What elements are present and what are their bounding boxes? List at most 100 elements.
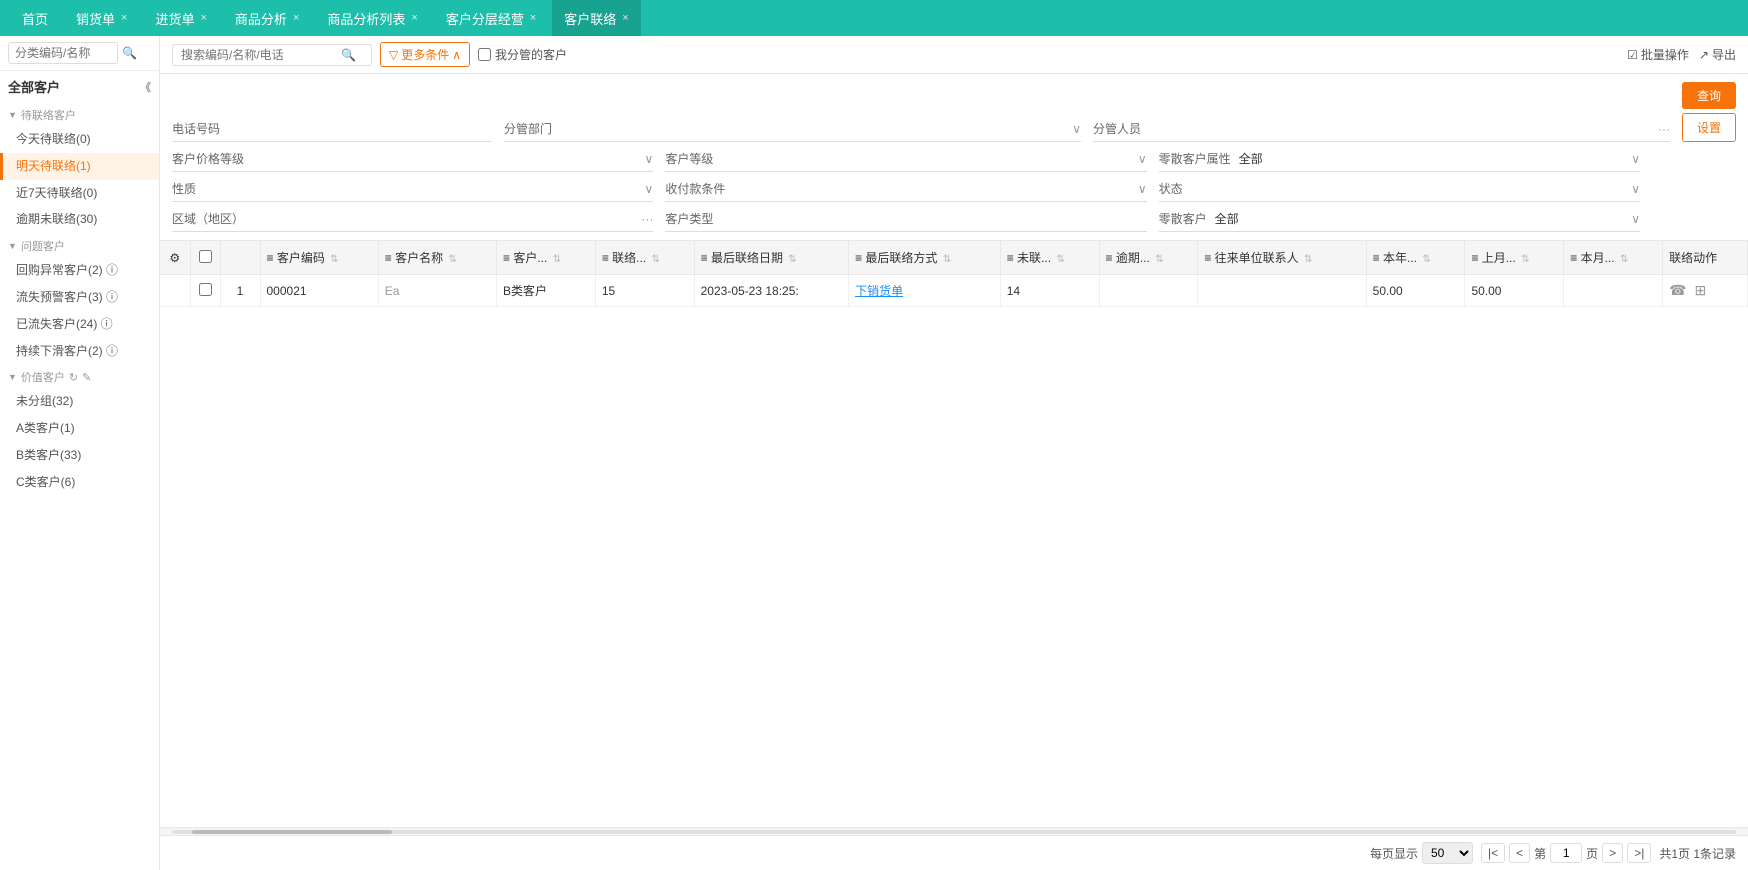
sidebar-item-7days[interactable]: 近7天待联络(0) [0, 180, 159, 207]
sidebar-item-ungrouped[interactable]: 未分组(32) [0, 388, 159, 415]
input-payment[interactable] [733, 182, 1138, 196]
collapse-icon[interactable]: 《 [140, 79, 151, 95]
query-button[interactable]: 查询 [1682, 82, 1736, 109]
search-input[interactable] [181, 48, 341, 62]
chevron-down-nature-icon[interactable]: ∨ [645, 182, 654, 196]
prev-page-btn[interactable]: < [1509, 843, 1530, 863]
input-nature[interactable] [204, 182, 645, 196]
last-method-link[interactable]: 下销货单 [855, 284, 903, 298]
row-checkbox[interactable] [199, 283, 212, 296]
col-header-overdue[interactable]: ≡ 逾期... ⇅ [1099, 241, 1198, 275]
sidebar-item-type-a[interactable]: A类客户(1) [0, 415, 159, 442]
sidebar-search-icon[interactable]: 🔍 [122, 46, 137, 60]
sidebar-search-container: 🔍 [0, 36, 159, 71]
sidebar-item-lost[interactable]: 已流失客户(24) ⓘ [0, 311, 159, 338]
first-page-btn[interactable]: |< [1481, 843, 1505, 863]
input-price-level[interactable] [252, 152, 645, 166]
export-btn[interactable]: ↗ 导出 [1699, 46, 1736, 63]
my-customer-checkbox[interactable] [478, 48, 491, 61]
search-icon[interactable]: 🔍 [341, 48, 356, 62]
retail-attr-value: 全部 [1239, 150, 1632, 167]
chevron-down-retail2-icon[interactable]: ∨ [1631, 212, 1640, 226]
sidebar-item-lost-warning[interactable]: 流失预警客户(3) ⓘ [0, 284, 159, 311]
sidebar-item-declining[interactable]: 持续下滑客户(2) ⓘ [0, 338, 159, 365]
nav-tab-3[interactable]: 商品分析列表 × [315, 0, 429, 36]
my-customer-checkbox-container[interactable]: 我分管的客户 [478, 46, 567, 63]
col-header-type[interactable]: ≡ 客户... ⇅ [497, 241, 596, 275]
sidebar-all-customers[interactable]: 全部客户 《 [0, 71, 159, 102]
customer-table: ⚙ ≡ 客户编码 ⇅ ≡ 客户名称 ⇅ ≡ 客户... ⇅ ≡ 联络... ⇅ … [160, 241, 1748, 307]
sidebar-item-today[interactable]: 今天待联络(0) [0, 126, 159, 153]
chevron-down-status-icon[interactable]: ∨ [1631, 182, 1640, 196]
filter-more-btn[interactable]: ▽ 更多条件 ∧ [380, 42, 470, 67]
label-retail-attr: 零散客户属性 [1159, 150, 1231, 167]
nav-tab-2[interactable]: 商品分析 × [223, 0, 311, 36]
sidebar-item-type-b[interactable]: B类客户(33) [0, 442, 159, 469]
settings-button[interactable]: 设置 [1682, 113, 1736, 142]
next-page-btn[interactable]: > [1602, 843, 1623, 863]
close-tab-3[interactable]: × [411, 12, 417, 24]
cell-row-type: B类客户 [497, 275, 596, 307]
col-header-checkbox[interactable] [190, 241, 220, 275]
col-header-unit-contact[interactable]: ≡ 往来单位联系人 ⇅ [1198, 241, 1366, 275]
cell-row-action: ☎ ⊞ [1663, 275, 1748, 307]
table-row: 1 000021 Ea B类客户 15 2023-05-23 18:25: 下销… [160, 275, 1748, 307]
sidebar-item-tomorrow[interactable]: 明天待联络(1) [0, 153, 159, 180]
current-page-input[interactable] [1550, 843, 1582, 863]
cell-row-name: Ea [378, 275, 496, 307]
sidebar-item-overdue[interactable]: 逾期未联络(30) [0, 206, 159, 233]
table-area: ⚙ ≡ 客户编码 ⇅ ≡ 客户名称 ⇅ ≡ 客户... ⇅ ≡ 联络... ⇅ … [160, 241, 1748, 827]
nav-tab-4[interactable]: 客户分层经营 × [434, 0, 548, 36]
select-all-checkbox[interactable] [199, 250, 212, 263]
action-grid-icon[interactable]: ⊞ [1695, 282, 1707, 299]
chevron-down-payment-icon[interactable]: ∨ [1138, 182, 1147, 196]
col-header-last-month[interactable]: ≡ 上月... ⇅ [1465, 241, 1564, 275]
close-tab-5[interactable]: × [622, 12, 628, 24]
col-header-settings[interactable]: ⚙ [160, 241, 190, 275]
close-tab-4[interactable]: × [530, 12, 536, 24]
sidebar-item-type-c[interactable]: C类客户(6) [0, 469, 159, 496]
cell-row-unit-contact [1198, 275, 1366, 307]
sidebar-search-input[interactable] [8, 42, 118, 64]
input-cust-type[interactable] [721, 212, 1146, 226]
chevron-down-retail-icon[interactable]: ∨ [1631, 152, 1640, 166]
close-tab-2[interactable]: × [293, 12, 299, 24]
close-tab-1[interactable]: × [200, 12, 206, 24]
chevron-down-dept-icon[interactable]: ∨ [1072, 122, 1081, 136]
chevron-down-level-icon[interactable]: ∨ [1138, 152, 1147, 166]
col-header-last-method[interactable]: ≡ 最后联络方式 ⇅ [849, 241, 1001, 275]
col-header-this-month[interactable]: ≡ 本月... ⇅ [1564, 241, 1663, 275]
scrollbar-thumb[interactable] [192, 830, 392, 834]
cell-row-checkbox[interactable] [190, 275, 220, 307]
close-tab-0[interactable]: × [121, 12, 127, 24]
col-header-this-year[interactable]: ≡ 本年... ⇅ [1366, 241, 1465, 275]
col-header-no-contact[interactable]: ≡ 未联... ⇅ [1000, 241, 1099, 275]
checkbox-icon: ☑ [1627, 48, 1638, 62]
input-dept[interactable] [560, 122, 1072, 136]
top-nav: 首页 销货单 × 进货单 × 商品分析 × 商品分析列表 × 客户分层经营 × … [0, 0, 1748, 36]
col-header-name[interactable]: ≡ 客户名称 ⇅ [378, 241, 496, 275]
last-page-btn[interactable]: >| [1627, 843, 1651, 863]
dots-region-icon[interactable]: ··· [641, 212, 653, 226]
col-header-contact[interactable]: ≡ 联络... ⇅ [595, 241, 694, 275]
input-customer-level[interactable] [721, 152, 1138, 166]
horizontal-scrollbar[interactable] [160, 827, 1748, 835]
page-size-select[interactable]: 50 100 200 [1422, 842, 1473, 864]
action-phone-icon[interactable]: ☎ [1669, 282, 1686, 299]
page-size-label: 每页显示 [1370, 845, 1418, 862]
cell-row-last-method[interactable]: 下销货单 [849, 275, 1001, 307]
chevron-down-price-icon[interactable]: ∨ [645, 152, 654, 166]
input-region[interactable] [252, 212, 641, 226]
sidebar-item-repurchase-anomaly[interactable]: 回购异常客户(2) ⓘ [0, 257, 159, 284]
batch-operation-btn[interactable]: ☑ 批量操作 [1627, 46, 1689, 63]
input-manager[interactable] [1149, 122, 1658, 136]
nav-tab-1[interactable]: 进货单 × [143, 0, 218, 36]
input-status[interactable] [1191, 182, 1632, 196]
col-header-code[interactable]: ≡ 客户编码 ⇅ [260, 241, 378, 275]
nav-tab-0[interactable]: 销货单 × [64, 0, 139, 36]
nav-tab-5[interactable]: 客户联络 × [552, 0, 640, 36]
dots-manager-icon[interactable]: ··· [1658, 122, 1670, 136]
nav-home[interactable]: 首页 [10, 0, 60, 36]
col-header-last-date[interactable]: ≡ 最后联络日期 ⇅ [694, 241, 848, 275]
input-phone[interactable] [228, 122, 492, 136]
